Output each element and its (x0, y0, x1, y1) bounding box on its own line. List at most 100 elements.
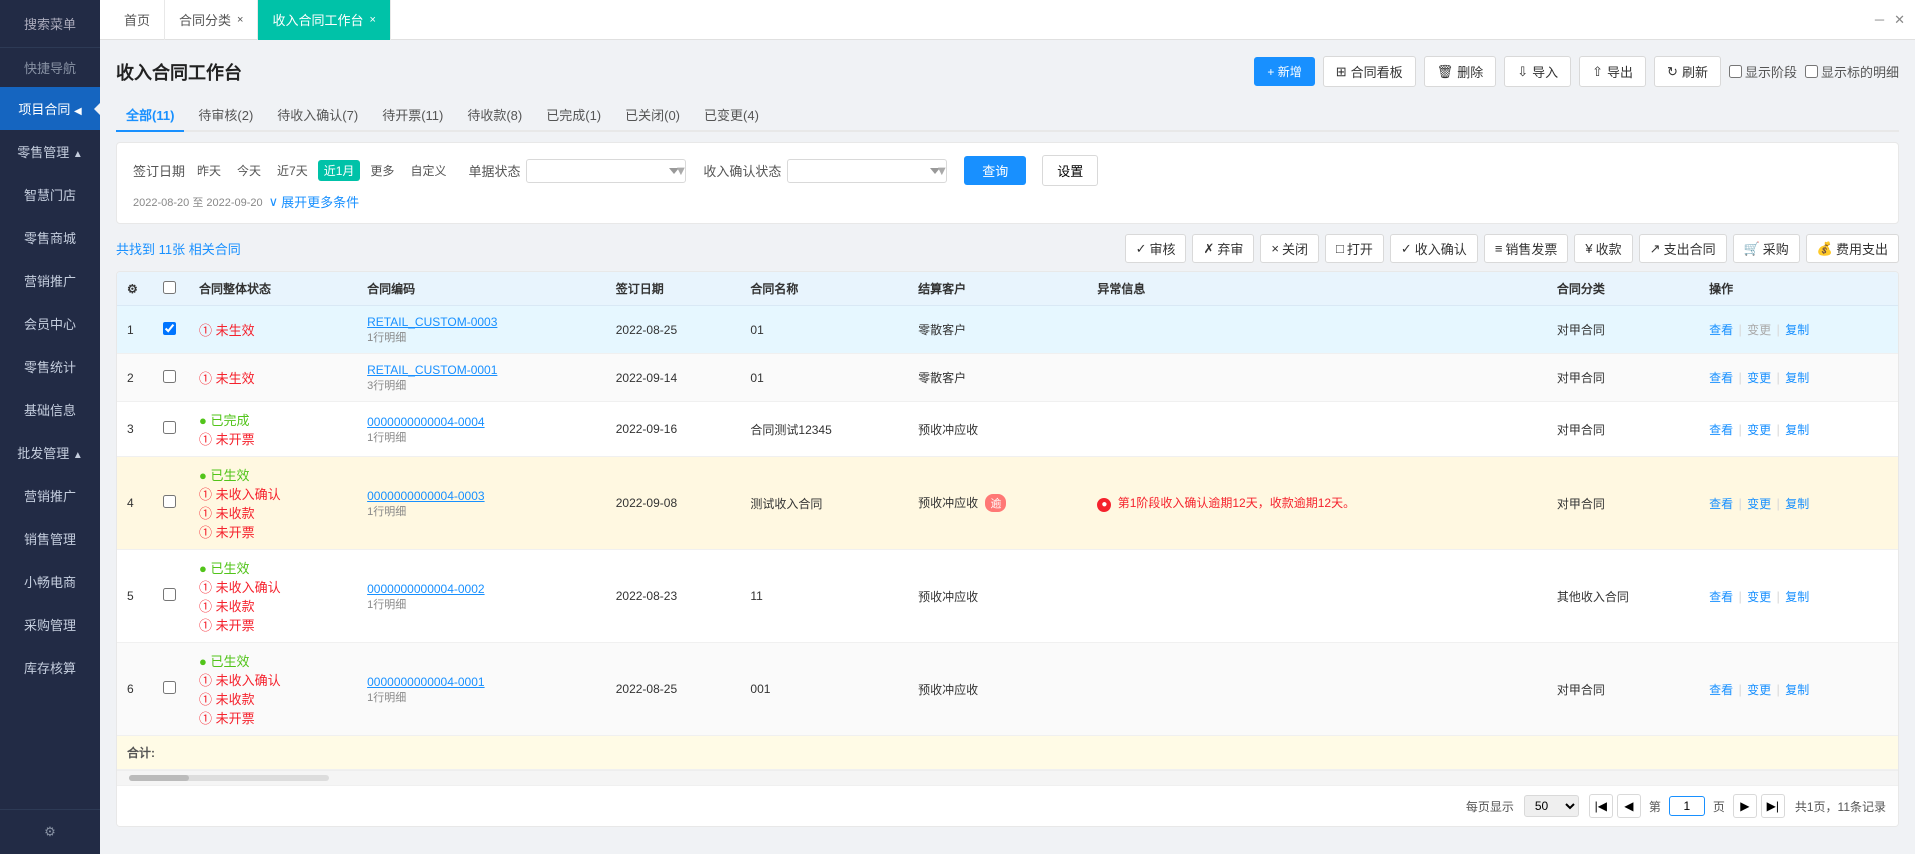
dashboard-button[interactable]: ⊞ 合同看板 (1323, 56, 1416, 87)
fee-expense-button[interactable]: 💰 费用支出 (1806, 234, 1899, 263)
page-size-select[interactable]: 50 10 20 100 (1524, 795, 1579, 817)
date-option-yesterday[interactable]: 昨天 (191, 160, 227, 181)
row-checkbox[interactable] (153, 306, 189, 354)
code-link[interactable]: 0000000000004-0003 (367, 489, 484, 503)
sidebar-item-retail-stats[interactable]: 零售统计 (0, 345, 100, 388)
view-link[interactable]: 查看 (1709, 590, 1733, 604)
close-icon[interactable]: × (237, 14, 243, 26)
change-link[interactable]: 变更 (1747, 683, 1771, 697)
code-link[interactable]: 0000000000004-0002 (367, 582, 484, 596)
sidebar-item-retail-shop[interactable]: 零售商城 (0, 216, 100, 259)
table-scroll[interactable]: ⚙ 合同整体状态 合同编码 签订日期 合同名称 结算客户 异常信息 合同分类 操… (117, 272, 1898, 770)
window-close-icon[interactable]: ✕ (1894, 12, 1905, 28)
sidebar-item-xiaochangec[interactable]: 小畅电商 (0, 560, 100, 603)
close-contract-button[interactable]: × 关闭 (1260, 234, 1319, 263)
filter-tab-pending-review[interactable]: 待审核(2) (188, 99, 263, 132)
filter-tab-changed[interactable]: 已变更(4) (694, 99, 769, 132)
page-next-button[interactable]: ▶ (1733, 794, 1757, 818)
sidebar-item-inventory[interactable]: 库存核算 (0, 646, 100, 689)
change-link[interactable]: 变更 (1747, 497, 1771, 511)
expense-contract-button[interactable]: ↗ 支出合同 (1639, 234, 1727, 263)
show-detail-checkbox[interactable]: 显示标的明细 (1805, 62, 1899, 81)
sidebar-item-sales-mgmt[interactable]: 销售管理 (0, 517, 100, 560)
page-last-button[interactable]: ▶| (1761, 794, 1785, 818)
purchase-button[interactable]: 🛒 采购 (1733, 234, 1800, 263)
copy-link[interactable]: 复制 (1785, 497, 1809, 511)
review-button[interactable]: ✓ 审核 (1125, 234, 1187, 263)
copy-link[interactable]: 复制 (1785, 590, 1809, 604)
copy-link[interactable]: 复制 (1785, 371, 1809, 385)
sidebar-item-marketing2[interactable]: 营销推广 (0, 474, 100, 517)
horizontal-scrollbar[interactable] (129, 775, 329, 781)
export-button[interactable]: ⇧ 导出 (1579, 56, 1646, 87)
tab-contract-category[interactable]: 合同分类 × (165, 0, 258, 40)
page-first-button[interactable]: |◀ (1589, 794, 1613, 818)
sidebar-item-purchase[interactable]: 采购管理 (0, 603, 100, 646)
row-checkbox[interactable] (153, 550, 189, 643)
copy-link[interactable]: 复制 (1785, 683, 1809, 697)
date-option-last7[interactable]: 近7天 (271, 160, 314, 181)
th-checkbox[interactable] (153, 272, 189, 306)
filter-tab-pending-income-confirm[interactable]: 待收入确认(7) (267, 99, 368, 132)
income-confirm-button[interactable]: ✓ 收入确认 (1390, 234, 1478, 263)
import-button[interactable]: ⇩ 导入 (1504, 56, 1571, 87)
filter-tab-pending-invoice[interactable]: 待开票(11) (372, 99, 453, 132)
sidebar-item-project[interactable]: 项目合同 ◀ (0, 87, 100, 130)
tab-home[interactable]: 首页 (110, 0, 165, 40)
date-option-today[interactable]: 今天 (231, 160, 267, 181)
select-all-checkbox[interactable] (163, 281, 176, 294)
tab-income-workbench[interactable]: 收入合同工作台 × (258, 0, 390, 40)
filter-tab-completed[interactable]: 已完成(1) (536, 99, 611, 132)
view-link[interactable]: 查看 (1709, 423, 1733, 437)
row-checkbox[interactable] (153, 402, 189, 457)
sidebar-item-marketing[interactable]: 营销推广 (0, 259, 100, 302)
query-button[interactable]: 查询 (964, 156, 1026, 185)
date-option-custom[interactable]: 自定义 (404, 160, 452, 181)
change-link[interactable]: 变更 (1747, 323, 1771, 337)
date-option-last1month[interactable]: 近1月 (318, 160, 361, 181)
sidebar-item-basic-info[interactable]: 基础信息 (0, 388, 100, 431)
sidebar-item-wholesale[interactable]: 批发管理 ▲ (0, 431, 100, 474)
sidebar-item-retail-mgmt[interactable]: 零售管理 ▲ (0, 130, 100, 173)
th-settings[interactable]: ⚙ (117, 272, 153, 306)
doc-status-select[interactable] (526, 159, 686, 183)
sidebar-settings[interactable]: ⚙ (0, 809, 100, 854)
filter-tab-pending-receipt[interactable]: 待收款(8) (457, 99, 532, 132)
row-checkbox[interactable] (153, 354, 189, 402)
code-link[interactable]: 0000000000004-0004 (367, 415, 484, 429)
change-link[interactable]: 变更 (1747, 590, 1771, 604)
row-checkbox[interactable] (153, 457, 189, 550)
change-link[interactable]: 变更 (1747, 371, 1771, 385)
sidebar-search[interactable]: 搜索菜单 (0, 0, 100, 48)
new-button[interactable]: + 新增 (1254, 57, 1314, 86)
date-option-more[interactable]: 更多 (364, 160, 400, 181)
filter-tab-all[interactable]: 全部(11) (116, 99, 184, 132)
view-link[interactable]: 查看 (1709, 323, 1733, 337)
setting-button[interactable]: 设置 (1042, 155, 1098, 186)
sidebar-item-smart-store[interactable]: 智慧门店 (0, 173, 100, 216)
page-prev-button[interactable]: ◀ (1617, 794, 1641, 818)
code-link[interactable]: 0000000000004-0001 (367, 675, 484, 689)
view-link[interactable]: 查看 (1709, 371, 1733, 385)
open-contract-button[interactable]: □ 打开 (1325, 234, 1384, 263)
code-link[interactable]: RETAIL_CUSTOM-0001 (367, 363, 497, 377)
code-link[interactable]: RETAIL_CUSTOM-0003 (367, 315, 497, 329)
window-minimize-icon[interactable]: ─ (1875, 12, 1884, 28)
row-checkbox[interactable] (153, 643, 189, 736)
page-number-input[interactable] (1669, 796, 1705, 816)
receipt-button[interactable]: ¥ 收款 (1574, 234, 1632, 263)
view-link[interactable]: 查看 (1709, 497, 1733, 511)
close-icon[interactable]: × (369, 14, 375, 26)
filter-tab-closed[interactable]: 已关闭(0) (615, 99, 690, 132)
copy-link[interactable]: 复制 (1785, 323, 1809, 337)
change-link[interactable]: 变更 (1747, 423, 1771, 437)
refresh-button[interactable]: ↻ 刷新 (1654, 56, 1721, 87)
sales-invoice-button[interactable]: ≡ 销售发票 (1484, 234, 1569, 263)
show-stage-checkbox[interactable]: 显示阶段 (1729, 62, 1797, 81)
abandon-button[interactable]: ✗ 弃审 (1192, 234, 1254, 263)
copy-link[interactable]: 复制 (1785, 423, 1809, 437)
sidebar-item-member[interactable]: 会员中心 (0, 302, 100, 345)
income-confirm-select[interactable] (787, 159, 947, 183)
view-link[interactable]: 查看 (1709, 683, 1733, 697)
sidebar-quick-nav[interactable]: 快捷导航 (0, 48, 100, 87)
